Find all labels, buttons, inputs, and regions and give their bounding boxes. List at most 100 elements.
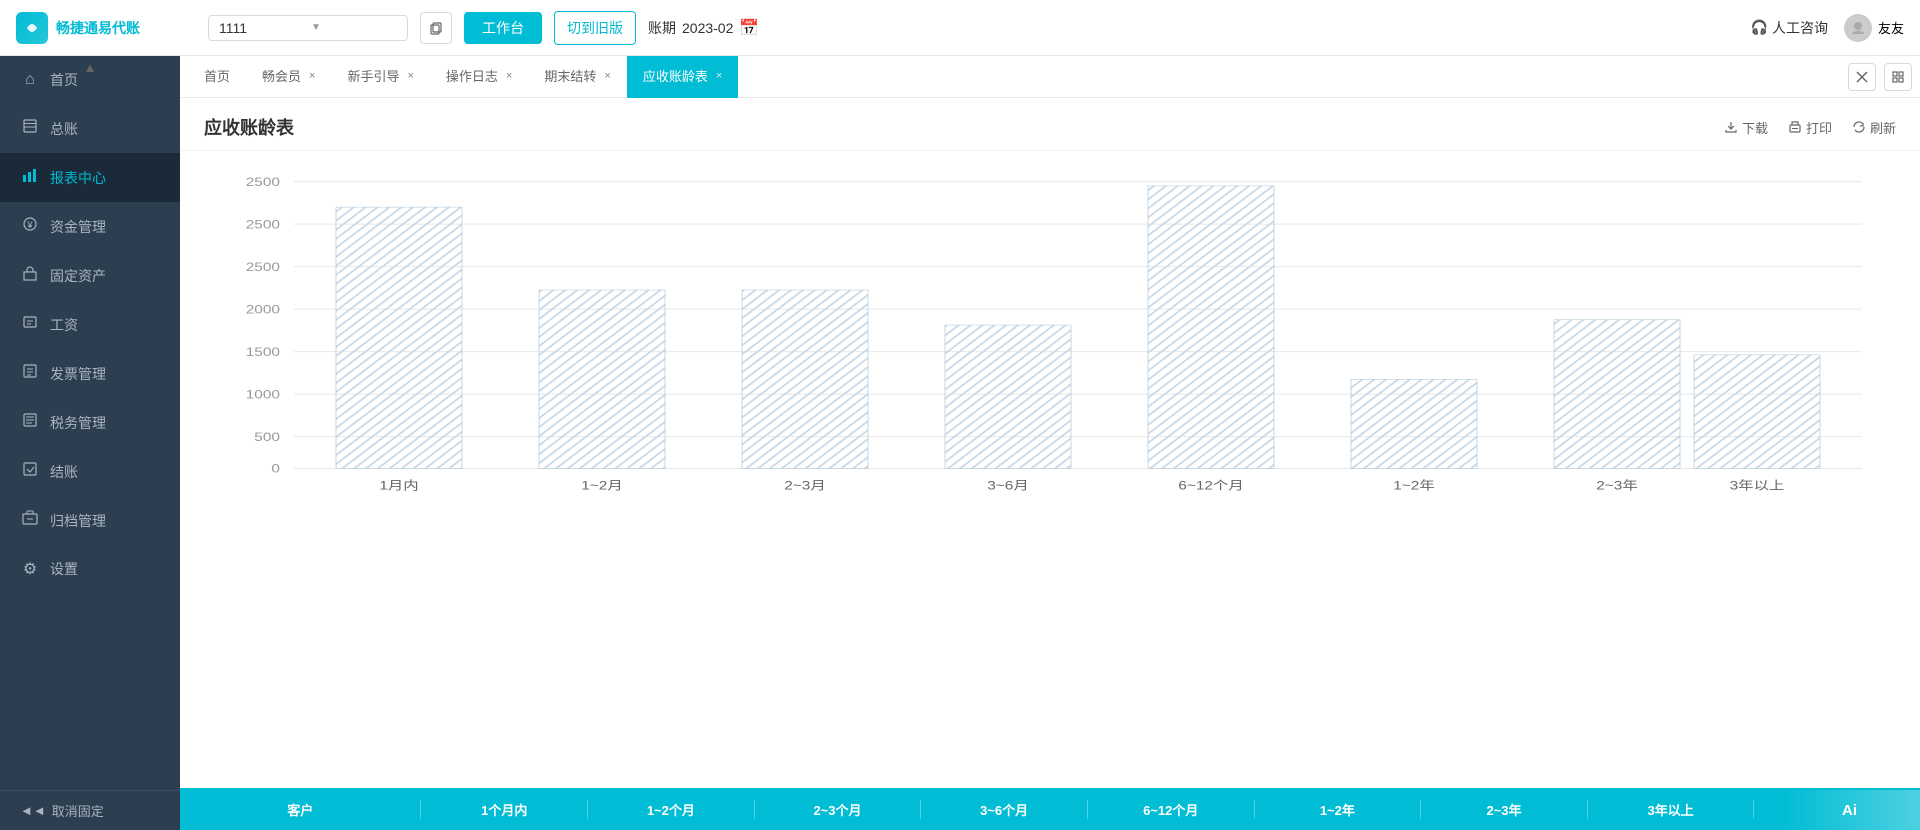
download-button[interactable]: 下载 xyxy=(1724,118,1768,137)
tab-period-end[interactable]: 期末结转 × xyxy=(528,56,626,98)
svg-text:2~3年: 2~3年 xyxy=(1596,479,1638,492)
sidebar-item-tax[interactable]: 税务管理 xyxy=(0,398,180,447)
page-header: 应收账龄表 下载 打印 刷新 xyxy=(180,98,1920,151)
sidebar-label-invoice: 发票管理 xyxy=(50,364,106,384)
company-name: 1111 xyxy=(219,20,305,36)
cancel-fixed[interactable]: ◄◄ 取消固定 xyxy=(0,790,180,830)
switch-version-button[interactable]: 切到旧版 xyxy=(554,11,636,45)
user-name: 友友 xyxy=(1878,18,1904,37)
main-layout: ▲ ⌂ 首页 总账 报表中心 ¥ 资金管理 固定资产 xyxy=(0,56,1920,830)
table-footer: 客户 1个月内 1~2个月 2~3个月 3~6个月 6~12个月 1~2年 2~… xyxy=(180,788,1920,830)
expand-icon xyxy=(1892,71,1904,83)
tab-member-close[interactable]: × xyxy=(309,70,315,82)
tab-guide[interactable]: 新手引导 × xyxy=(331,56,429,98)
avatar xyxy=(1844,14,1872,42)
svg-text:2500: 2500 xyxy=(246,218,281,231)
tab-oplog-close[interactable]: × xyxy=(506,70,512,82)
tax-icon xyxy=(20,412,40,433)
sidebar-label-settings: 设置 xyxy=(50,559,78,579)
calendar-icon[interactable]: 📅 xyxy=(739,18,759,38)
footer-col-6-12m: 6~12个月 xyxy=(1088,800,1255,819)
copy-button[interactable] xyxy=(420,12,452,44)
svg-text:1~2年: 1~2年 xyxy=(1393,479,1435,492)
ai-badge[interactable]: Ai xyxy=(1779,790,1920,830)
tab-period-end-close[interactable]: × xyxy=(604,70,610,82)
reports-icon xyxy=(20,167,40,188)
tab-member-label: 畅会员 xyxy=(262,66,301,85)
footer-col-3-6m: 3~6个月 xyxy=(921,800,1088,819)
scroll-up-indicator: ▲ xyxy=(0,56,180,79)
period-label: 账期 xyxy=(648,18,676,38)
tab-home[interactable]: 首页 xyxy=(188,56,246,98)
top-header: 畅捷通易代账 1111 ▼ 工作台 切到旧版 账期 2023-02 📅 🎧 人工… xyxy=(0,0,1920,56)
page-actions: 下载 打印 刷新 xyxy=(1724,118,1896,137)
footer-col-1m: 1个月内 xyxy=(421,800,588,819)
svg-text:1月内: 1月内 xyxy=(379,479,418,492)
pin-icon: ◄◄ xyxy=(20,803,46,818)
svg-text:1000: 1000 xyxy=(246,388,281,401)
tabs-bar: 首页 畅会员 × 新手引导 × 操作日志 × 期末结转 × 应收账龄表 × xyxy=(180,56,1920,98)
svg-text:3年以上: 3年以上 xyxy=(1730,479,1785,492)
footer-col-customer: 客户 xyxy=(180,800,421,819)
tab-member[interactable]: 畅会员 × xyxy=(246,56,331,98)
tab-aging-close[interactable]: × xyxy=(716,70,722,82)
tab-aging[interactable]: 应收账龄表 × xyxy=(627,56,738,98)
sidebar-item-payroll[interactable]: 工资 xyxy=(0,300,180,349)
refresh-button[interactable]: 刷新 xyxy=(1852,118,1896,137)
sidebar-item-archive[interactable]: 归档管理 xyxy=(0,496,180,545)
sidebar-label-archive: 归档管理 xyxy=(50,511,106,531)
footer-col-1-2m: 1~2个月 xyxy=(588,800,755,819)
workbench-button[interactable]: 工作台 xyxy=(464,12,542,44)
print-button[interactable]: 打印 xyxy=(1788,118,1832,137)
assets-icon xyxy=(20,265,40,286)
chart-container: 2500 2500 2500 2000 1500 1000 500 0 xyxy=(210,171,1890,511)
company-selector[interactable]: 1111 ▼ xyxy=(208,15,408,41)
invoice-icon xyxy=(20,363,40,384)
cancel-fixed-label: 取消固定 xyxy=(52,801,104,820)
refresh-label: 刷新 xyxy=(1870,118,1896,137)
header-right: 🎧 人工咨询 友友 xyxy=(1751,14,1904,42)
refresh-icon xyxy=(1852,120,1866,134)
sidebar-item-reports[interactable]: 报表中心 xyxy=(0,153,180,202)
tab-aging-label: 应收账龄表 xyxy=(643,66,708,85)
sidebar-item-settings[interactable]: ⚙ 设置 xyxy=(0,545,180,593)
page-title: 应收账龄表 xyxy=(204,114,294,140)
sidebar-item-funds[interactable]: ¥ 资金管理 xyxy=(0,202,180,251)
sidebar-label-payroll: 工资 xyxy=(50,315,78,335)
svg-text:3~6月: 3~6月 xyxy=(987,479,1028,492)
svg-text:2500: 2500 xyxy=(246,261,281,274)
dropdown-arrow-icon: ▼ xyxy=(311,22,397,33)
bar-chart: 2500 2500 2500 2000 1500 1000 500 0 xyxy=(210,171,1890,511)
download-icon xyxy=(1724,120,1738,134)
sidebar-label-settlement: 结账 xyxy=(50,462,78,482)
page-content: 应收账龄表 下载 打印 刷新 xyxy=(180,98,1920,788)
period-area: 账期 2023-02 📅 xyxy=(648,18,759,38)
funds-icon: ¥ xyxy=(20,216,40,237)
consult-label: 人工咨询 xyxy=(1772,18,1828,38)
consult-button[interactable]: 🎧 人工咨询 xyxy=(1751,18,1828,38)
settlement-icon xyxy=(20,461,40,482)
expand-button[interactable] xyxy=(1884,63,1912,91)
sidebar: ▲ ⌂ 首页 总账 报表中心 ¥ 资金管理 固定资产 xyxy=(0,56,180,830)
tab-oplog[interactable]: 操作日志 × xyxy=(430,56,528,98)
user-area[interactable]: 友友 xyxy=(1844,14,1904,42)
sidebar-label-assets: 固定资产 xyxy=(50,266,106,286)
sidebar-label-ledger: 总账 xyxy=(50,119,78,139)
svg-text:0: 0 xyxy=(271,462,280,475)
svg-text:1~2月: 1~2月 xyxy=(581,479,622,492)
svg-text:2~3月: 2~3月 xyxy=(784,479,825,492)
logo-area: 畅捷通易代账 xyxy=(16,12,196,44)
download-label: 下载 xyxy=(1742,118,1768,137)
tab-guide-close[interactable]: × xyxy=(407,70,413,82)
footer-col-3y: 3年以上 xyxy=(1588,800,1755,819)
sidebar-item-settlement[interactable]: 结账 xyxy=(0,447,180,496)
svg-text:500: 500 xyxy=(254,431,280,444)
svg-text:¥: ¥ xyxy=(26,220,33,230)
sidebar-item-ledger[interactable]: 总账 xyxy=(0,104,180,153)
sidebar-item-invoice[interactable]: 发票管理 xyxy=(0,349,180,398)
sidebar-item-assets[interactable]: 固定资产 xyxy=(0,251,180,300)
sidebar-label-reports: 报表中心 xyxy=(50,168,106,188)
print-icon xyxy=(1788,120,1802,134)
sidebar-label-tax: 税务管理 xyxy=(50,413,106,433)
close-all-button[interactable] xyxy=(1848,63,1876,91)
